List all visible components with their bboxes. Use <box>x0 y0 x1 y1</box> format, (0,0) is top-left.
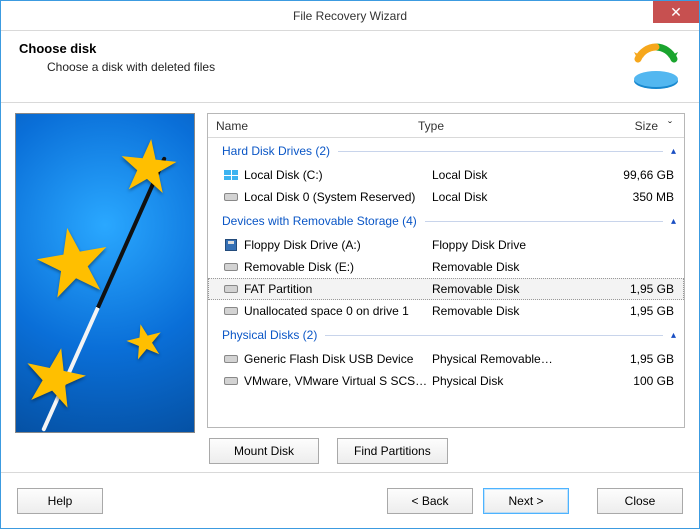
disk-panel: Name Type Size ˇ Hard Disk Drives (2) ▴ Lo… <box>207 113 685 464</box>
disk-row[interactable]: Local Disk 0 (System Reserved)Local Disk… <box>208 186 684 208</box>
page-subtitle: Choose a disk with deleted files <box>47 60 681 74</box>
find-partitions-button[interactable]: Find Partitions <box>337 438 448 464</box>
floppy-icon <box>222 238 240 252</box>
disk-row[interactable]: Removable Disk (E:)Removable Disk <box>208 256 684 278</box>
mount-disk-button[interactable]: Mount Disk <box>209 438 319 464</box>
disk-name: Removable Disk (E:) <box>244 260 432 274</box>
page-title: Choose disk <box>19 41 681 56</box>
window-close-button[interactable]: ✕ <box>653 1 699 23</box>
disk-size: 100 GB <box>572 374 684 388</box>
grid-header: Name Type Size ˇ <box>208 114 684 138</box>
disk-row[interactable]: Local Disk (C:)Local Disk99,66 GB <box>208 164 684 186</box>
disk-size: 99,66 GB <box>572 168 684 182</box>
disk-type: Removable Disk <box>432 260 572 274</box>
disk-name: Floppy Disk Drive (A:) <box>244 238 432 252</box>
disk-row[interactable]: Generic Flash Disk USB DevicePhysical Re… <box>208 348 684 370</box>
disk-actions: Mount Disk Find Partitions <box>207 434 685 464</box>
close-button[interactable]: Close <box>597 488 683 514</box>
column-type[interactable]: Type <box>418 119 558 133</box>
disk-type: Physical Removable… <box>432 352 572 366</box>
app-logo-icon <box>631 41 681 91</box>
next-button[interactable]: Next > <box>483 488 569 514</box>
column-caret-icon: ˇ <box>668 119 684 133</box>
wizard-header: Choose disk Choose a disk with deleted f… <box>1 31 699 103</box>
disk-type: Local Disk <box>432 168 572 182</box>
disk-row[interactable]: FAT PartitionRemovable Disk1,95 GB <box>208 278 684 300</box>
group-label: Devices with Removable Storage (4) <box>222 214 417 228</box>
disk-name: Generic Flash Disk USB Device <box>244 352 432 366</box>
disk-type: Physical Disk <box>432 374 572 388</box>
disk-type: Local Disk <box>432 190 572 204</box>
back-button[interactable]: < Back <box>387 488 473 514</box>
disk-size: 1,95 GB <box>572 304 684 318</box>
disk-icon <box>222 304 240 318</box>
disk-name: Local Disk 0 (System Reserved) <box>244 190 432 204</box>
wizard-illustration: ★ ★ ★ ★ <box>15 113 195 433</box>
chevron-up-icon: ▴ <box>671 216 676 227</box>
disk-size: 1,95 GB <box>572 352 684 366</box>
local-icon <box>222 168 240 182</box>
column-size[interactable]: Size <box>558 119 668 133</box>
disk-name: FAT Partition <box>244 282 432 296</box>
disk-grid: Name Type Size ˇ Hard Disk Drives (2) ▴ Lo… <box>207 113 685 428</box>
titlebar: File Recovery Wizard ✕ <box>1 1 699 31</box>
disk-name: Local Disk (C:) <box>244 168 432 182</box>
group-header[interactable]: Hard Disk Drives (2) ▴ <box>208 138 684 164</box>
disk-row[interactable]: VMware, VMware Virtual S SCS…Physical Di… <box>208 370 684 392</box>
window-title: File Recovery Wizard <box>293 9 407 23</box>
chevron-up-icon: ▴ <box>671 146 676 157</box>
disk-row[interactable]: Unallocated space 0 on drive 1Removable … <box>208 300 684 322</box>
disk-name: VMware, VMware Virtual S SCS… <box>244 374 432 388</box>
group-header[interactable]: Physical Disks (2) ▴ <box>208 322 684 348</box>
column-name[interactable]: Name <box>208 119 418 133</box>
disk-icon <box>222 374 240 388</box>
disk-icon <box>222 282 240 296</box>
help-button[interactable]: Help <box>17 488 103 514</box>
disk-type: Floppy Disk Drive <box>432 238 572 252</box>
disk-size: 1,95 GB <box>572 282 684 296</box>
disk-name: Unallocated space 0 on drive 1 <box>244 304 432 318</box>
disk-icon <box>222 190 240 204</box>
wizard-footer: Help < Back Next > Close <box>1 472 699 528</box>
close-icon: ✕ <box>670 4 682 21</box>
disk-row[interactable]: Floppy Disk Drive (A:)Floppy Disk Drive <box>208 234 684 256</box>
group-header[interactable]: Devices with Removable Storage (4) ▴ <box>208 208 684 234</box>
disk-icon <box>222 260 240 274</box>
disk-type: Removable Disk <box>432 304 572 318</box>
disk-type: Removable Disk <box>432 282 572 296</box>
grid-body[interactable]: Hard Disk Drives (2)▴Local Disk (C:)Loca… <box>208 138 684 427</box>
chevron-up-icon: ▴ <box>671 330 676 341</box>
wizard-window: File Recovery Wizard ✕ Choose disk Choos… <box>0 0 700 529</box>
disk-size: 350 MB <box>572 190 684 204</box>
disk-icon <box>222 352 240 366</box>
wizard-body: ★ ★ ★ ★ Name Type Size ˇ Hard Disk Drive… <box>1 103 699 472</box>
group-label: Physical Disks (2) <box>222 328 317 342</box>
group-label: Hard Disk Drives (2) <box>222 144 330 158</box>
